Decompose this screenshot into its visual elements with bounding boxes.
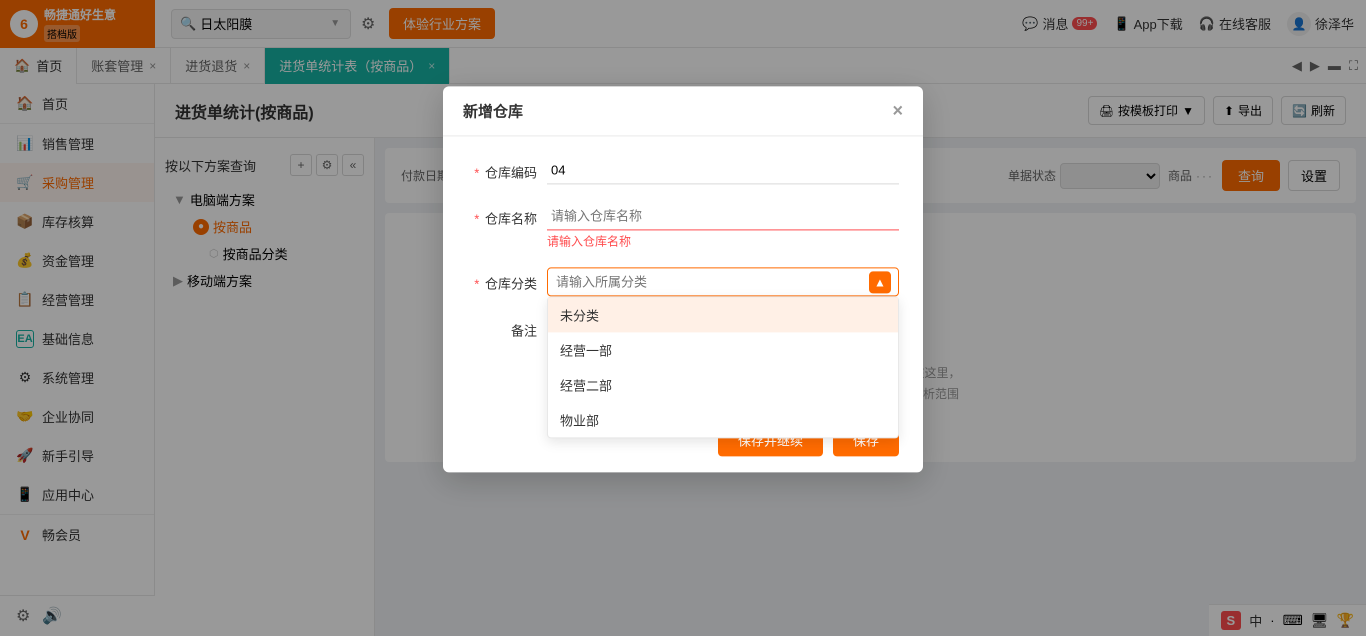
name-label: * 仓库名称	[467, 202, 547, 227]
name-control: 请输入仓库名称	[547, 202, 899, 249]
required-star-code: *	[474, 165, 479, 180]
modal-body: * 仓库编码 * 仓库名称 请输入仓库名称 * 仓库分类	[443, 136, 923, 411]
modal-close-button[interactable]: ×	[892, 100, 903, 121]
form-row-name: * 仓库名称 请输入仓库名称	[467, 202, 899, 249]
modal-title: 新增仓库	[463, 100, 523, 121]
add-warehouse-modal: 新增仓库 × * 仓库编码 * 仓库名称 请输入仓库名称	[443, 86, 923, 472]
category-input-wrap: ▲	[547, 267, 899, 296]
category-dropdown: 未分类 经营一部 经营二部 物业部	[547, 296, 899, 438]
required-star-category: *	[474, 276, 479, 291]
code-control	[547, 156, 899, 184]
dropdown-item-dept3[interactable]: 物业部	[548, 402, 898, 437]
category-arrow-button[interactable]: ▲	[869, 271, 891, 293]
form-row-code: * 仓库编码	[467, 156, 899, 184]
form-row-category: * 仓库分类 ▲ 未分类 经营一部 经营二部 物业部	[467, 267, 899, 296]
dropdown-item-dept2[interactable]: 经营二部	[548, 367, 898, 402]
note-label: 备注	[467, 314, 547, 339]
category-control: ▲ 未分类 经营一部 经营二部 物业部	[547, 267, 899, 296]
chevron-up-icon: ▲	[874, 275, 886, 289]
dropdown-item-unclassified[interactable]: 未分类	[548, 297, 898, 332]
code-input[interactable]	[547, 156, 899, 184]
modal-header: 新增仓库 ×	[443, 86, 923, 136]
name-error-text: 请输入仓库名称	[547, 232, 899, 249]
name-input[interactable]	[547, 202, 899, 230]
code-label: * 仓库编码	[467, 156, 547, 181]
dropdown-item-dept1[interactable]: 经营一部	[548, 332, 898, 367]
category-input[interactable]	[547, 267, 899, 296]
category-label: * 仓库分类	[467, 267, 547, 292]
required-star-name: *	[474, 211, 479, 226]
